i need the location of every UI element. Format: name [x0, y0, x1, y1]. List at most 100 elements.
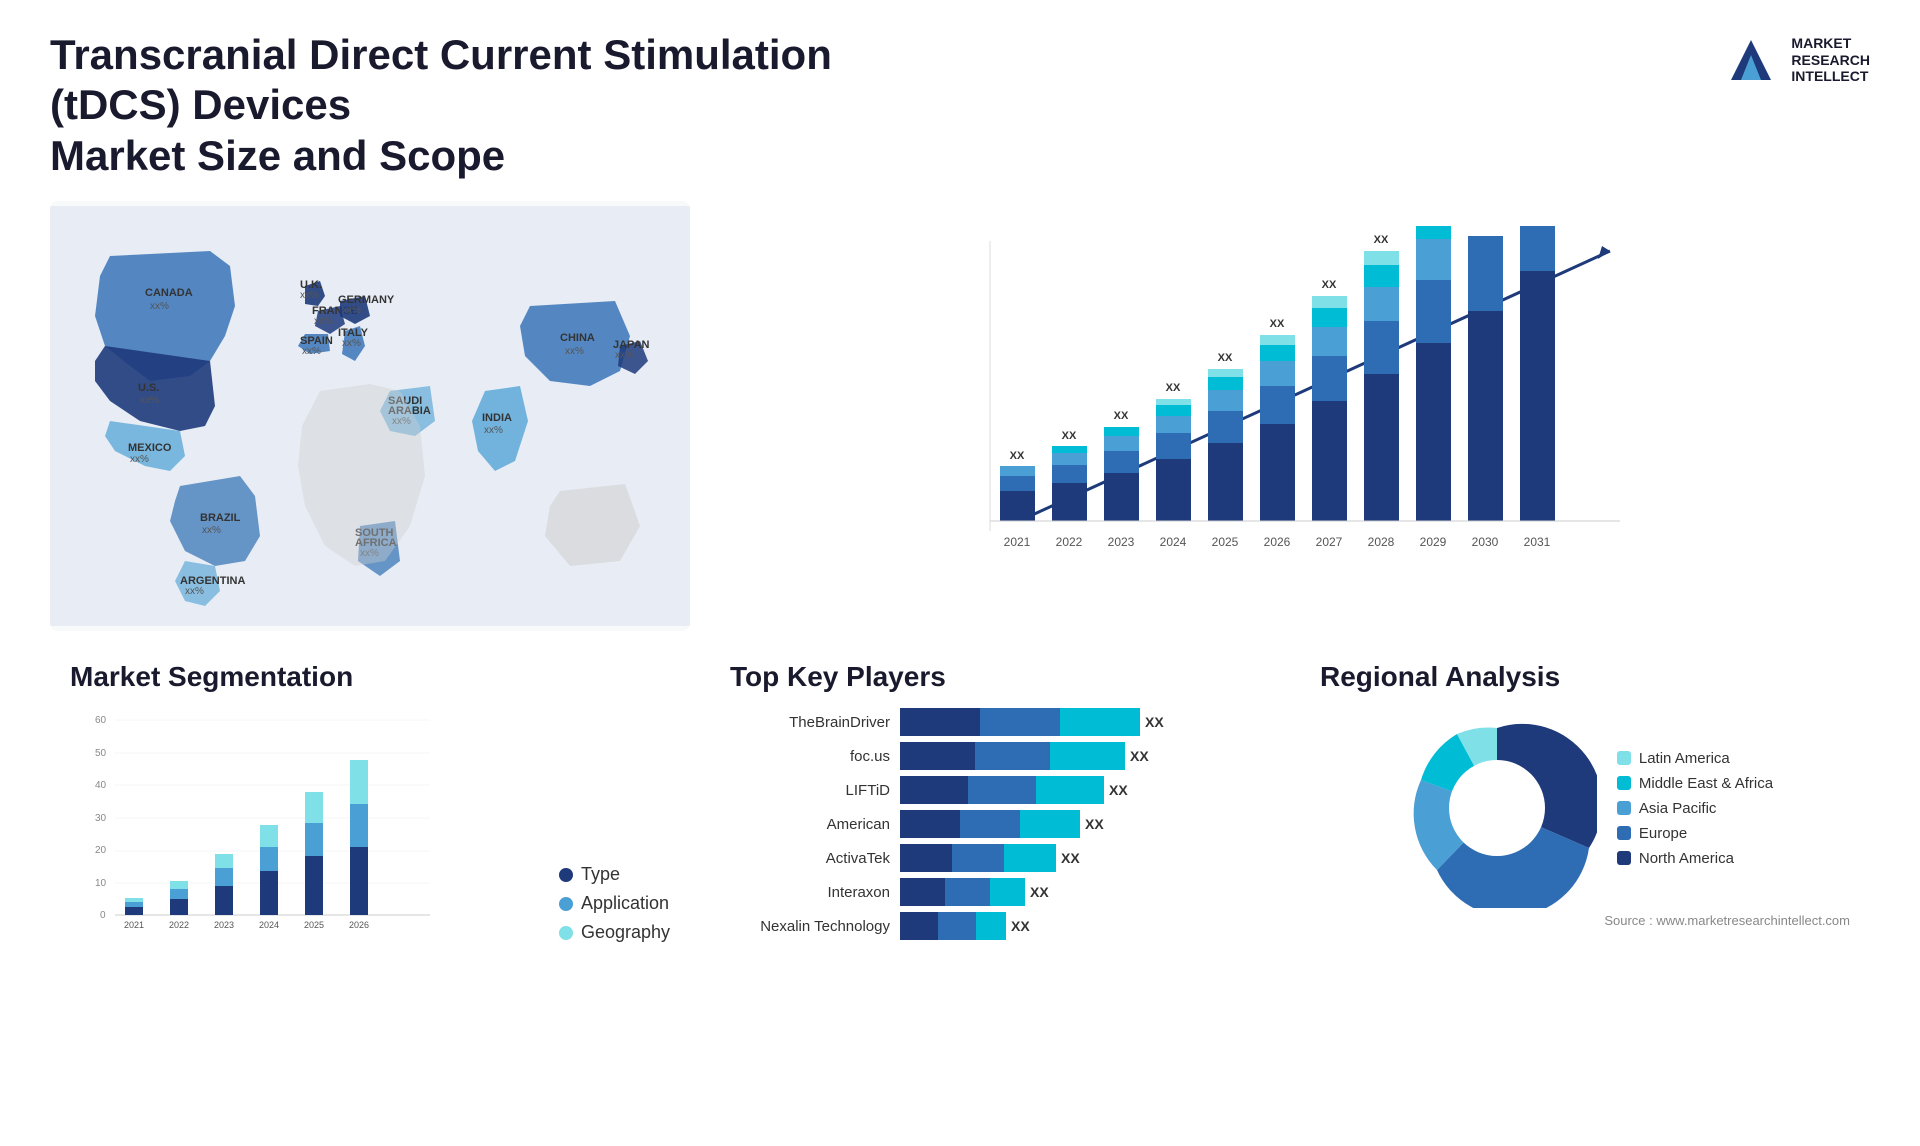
svg-text:XX: XX: [1010, 450, 1025, 462]
player-bar-container: XX: [900, 776, 1260, 804]
donut-chart-svg: [1397, 708, 1597, 908]
svg-text:2025: 2025: [1212, 535, 1239, 549]
seg-chart-svg: 60 50 40 30 20 10 0: [70, 708, 440, 938]
player-bar: [900, 810, 1080, 838]
legend-middle-east: Middle East & Africa: [1617, 775, 1773, 792]
svg-text:xx%: xx%: [342, 338, 361, 349]
player-bar: [900, 776, 1104, 804]
svg-text:XX: XX: [1270, 318, 1285, 330]
legend-color: [1617, 801, 1631, 815]
legend-application-dot: [559, 897, 573, 911]
legend-latin-america: Latin America: [1617, 750, 1773, 767]
player-row: American XX: [730, 810, 1260, 838]
player-name: LIFTiD: [730, 782, 890, 799]
svg-text:xx%: xx%: [150, 301, 169, 312]
svg-text:XX: XX: [1166, 382, 1181, 394]
svg-text:U.S.: U.S.: [138, 382, 159, 394]
svg-text:xx%: xx%: [565, 346, 584, 357]
player-bar: [900, 844, 1056, 872]
svg-text:2021: 2021: [124, 920, 144, 930]
player-bar: [900, 708, 1140, 736]
player-name: foc.us: [730, 748, 890, 765]
player-bar: [900, 742, 1125, 770]
svg-text:2026: 2026: [349, 920, 369, 930]
legend-color: [1617, 851, 1631, 865]
legend-asia-pacific: Asia Pacific: [1617, 800, 1773, 817]
map-svg: CANADA xx% U.S. xx% MEXICO xx% BRAZIL xx…: [50, 201, 690, 631]
seg-legend: Type Application Geography: [559, 864, 670, 943]
svg-text:2022: 2022: [169, 920, 189, 930]
svg-text:50: 50: [95, 748, 107, 759]
player-bar-container: XX: [900, 708, 1260, 736]
svg-text:BRAZIL: BRAZIL: [200, 512, 241, 524]
svg-text:2029: 2029: [1420, 535, 1447, 549]
page-title: Transcranial Direct Current Stimulation …: [50, 30, 950, 181]
player-name: Nexalin Technology: [730, 918, 890, 935]
svg-text:CHINA: CHINA: [560, 332, 595, 344]
player-name: Interaxon: [730, 884, 890, 901]
svg-text:2026: 2026: [1264, 535, 1291, 549]
logo-icon: [1721, 30, 1781, 90]
svg-text:xx%: xx%: [342, 305, 361, 316]
svg-text:XX: XX: [1322, 279, 1337, 291]
svg-text:XX: XX: [1374, 234, 1389, 246]
svg-text:2022: 2022: [1056, 535, 1083, 549]
legend-type-dot: [559, 868, 573, 882]
svg-text:2030: 2030: [1472, 535, 1499, 549]
players-chart: TheBrainDriver XX foc.u: [730, 708, 1260, 940]
legend-color: [1617, 776, 1631, 790]
player-name: ActivaTek: [730, 850, 890, 867]
legend-application: Application: [559, 893, 670, 914]
svg-text:CANADA: CANADA: [145, 287, 193, 299]
legend-type: Type: [559, 864, 670, 885]
svg-text:2023: 2023: [1108, 535, 1135, 549]
svg-text:0: 0: [100, 910, 106, 921]
svg-text:2024: 2024: [1160, 535, 1187, 549]
player-name: American: [730, 816, 890, 833]
legend-color: [1617, 751, 1631, 765]
player-name: TheBrainDriver: [730, 714, 890, 731]
svg-text:20: 20: [95, 845, 107, 856]
growth-chart-svg: XX 2021 XX 2022 XX: [740, 221, 1840, 601]
player-val: XX: [1109, 782, 1128, 798]
svg-text:xx%: xx%: [615, 350, 634, 361]
svg-text:xx%: xx%: [484, 425, 503, 436]
player-bar-container: XX: [900, 742, 1260, 770]
svg-text:MEXICO: MEXICO: [128, 442, 172, 454]
player-row: ActivaTek XX: [730, 844, 1260, 872]
player-row: LIFTiD XX: [730, 776, 1260, 804]
players-title: Top Key Players: [730, 661, 1260, 693]
svg-text:2025: 2025: [304, 920, 324, 930]
world-map: CANADA xx% U.S. xx% MEXICO xx% BRAZIL xx…: [50, 201, 690, 631]
svg-text:xx%: xx%: [185, 586, 204, 597]
player-val: XX: [1011, 918, 1030, 934]
svg-text:XX: XX: [1426, 221, 1441, 224]
player-row: TheBrainDriver XX: [730, 708, 1260, 736]
svg-text:2031: 2031: [1524, 535, 1551, 549]
svg-text:2024: 2024: [259, 920, 279, 930]
regional-section: Regional Analysis: [1300, 651, 1870, 1116]
svg-text:2023: 2023: [214, 920, 234, 930]
market-segmentation-section: Market Segmentation 60 50 40 30 20 10 0: [50, 651, 690, 1116]
player-bar-container: XX: [900, 844, 1260, 872]
player-val: XX: [1130, 748, 1149, 764]
growth-chart-section: XX 2021 XX 2022 XX: [710, 201, 1870, 631]
svg-text:2028: 2028: [1368, 535, 1395, 549]
key-players-section: Top Key Players TheBrainDriver XX: [710, 651, 1280, 1116]
player-val: XX: [1145, 714, 1164, 730]
legend-geography-dot: [559, 926, 573, 940]
player-val: XX: [1085, 816, 1104, 832]
svg-text:xx%: xx%: [130, 454, 149, 465]
svg-text:xx%: xx%: [140, 395, 159, 406]
svg-text:XX: XX: [1218, 352, 1233, 364]
svg-text:10: 10: [95, 878, 107, 889]
svg-text:xx%: xx%: [302, 346, 321, 357]
svg-text:INDIA: INDIA: [482, 412, 512, 424]
legend-europe: Europe: [1617, 825, 1773, 842]
svg-text:xx%: xx%: [300, 290, 319, 301]
logo-text: MARKET RESEARCH INTELLECT: [1791, 35, 1870, 85]
regional-title: Regional Analysis: [1320, 661, 1850, 693]
player-row: Nexalin Technology XX: [730, 912, 1260, 940]
player-row: Interaxon XX: [730, 878, 1260, 906]
donut-legend: Latin America Middle East & Africa Asia …: [1617, 750, 1773, 867]
